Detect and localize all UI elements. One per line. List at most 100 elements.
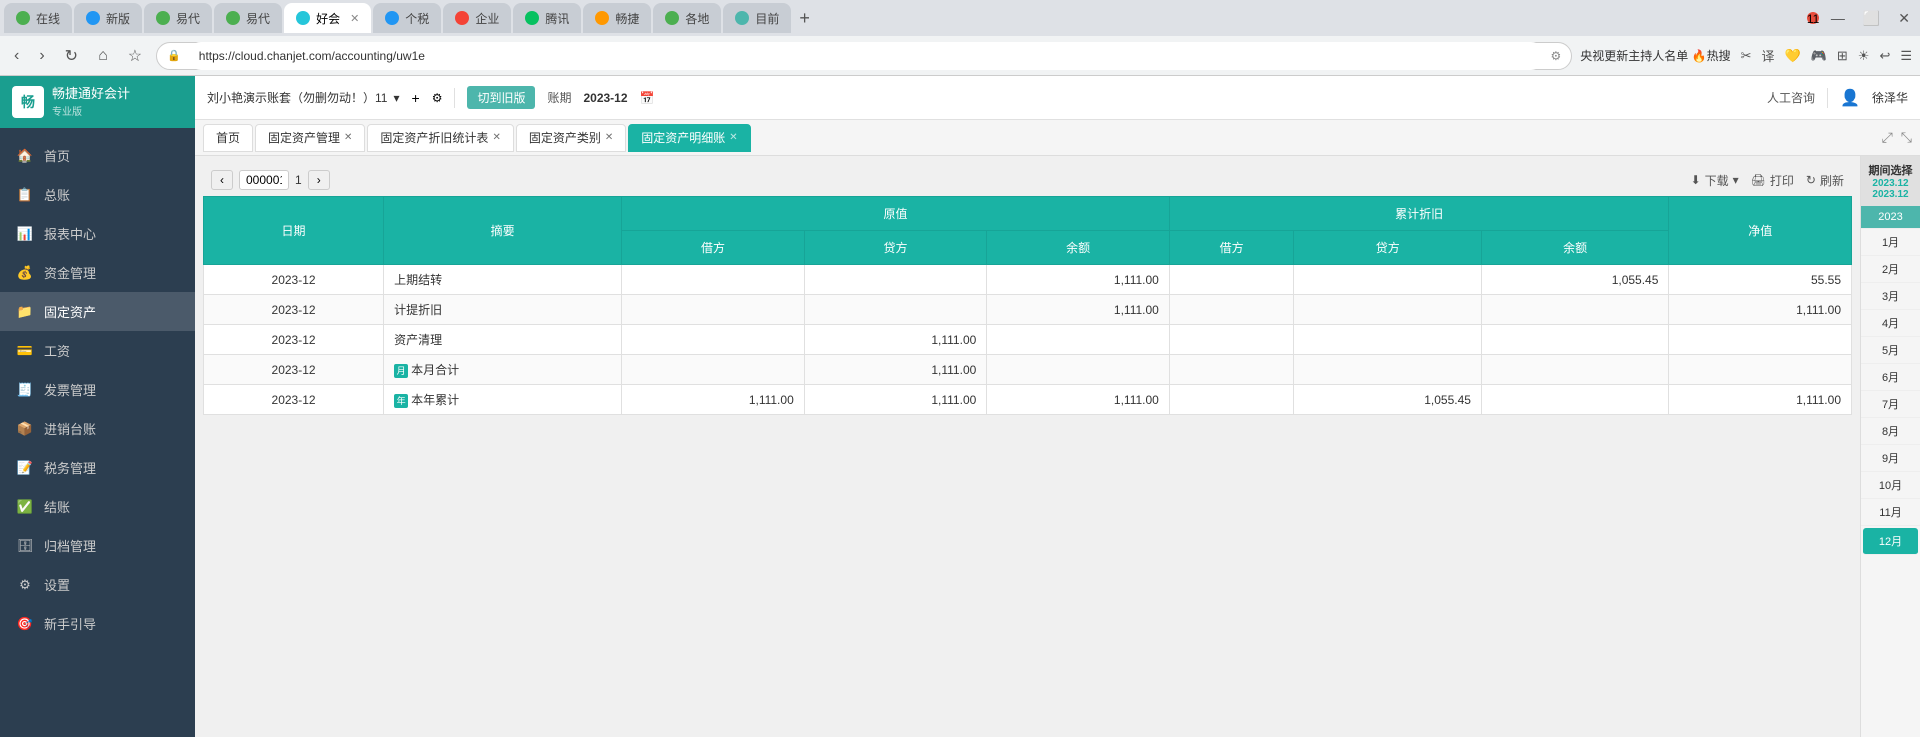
period-item-4[interactable]: 4月 xyxy=(1861,310,1920,337)
user-company-selector[interactable]: 刘小艳演示账套（勿删勿动！）11 ▾ xyxy=(207,89,400,106)
cell-depr-balance: 1,055.45 xyxy=(1481,265,1668,295)
period-item-10[interactable]: 10月 xyxy=(1861,472,1920,499)
tab-close-icon[interactable]: ✕ xyxy=(350,12,359,25)
bookmark-button[interactable]: ☆ xyxy=(122,44,148,68)
period-item-year[interactable]: 2023 xyxy=(1861,206,1920,229)
close-window-button[interactable]: ✕ xyxy=(1892,8,1916,29)
page-tab-close-icon[interactable]: ✕ xyxy=(344,132,352,143)
page-number-input[interactable] xyxy=(239,170,289,190)
browser-tab-xinban[interactable]: 新版 xyxy=(74,3,142,33)
back-button[interactable]: ‹ xyxy=(8,45,25,67)
sidebar-item-home[interactable]: 🏠 首页 xyxy=(0,136,195,175)
username-label[interactable]: 徐泽华 xyxy=(1872,89,1908,106)
page-tab-close-icon[interactable]: ✕ xyxy=(492,132,500,143)
tab-label: 腾讯 xyxy=(545,10,569,27)
page-tab-fixed-asset-mgmt[interactable]: 固定资产管理 ✕ xyxy=(255,124,365,152)
sidebar-nav: 🏠 首页 📋 总账 📊 报表中心 💰 资金管理 📁 固定资产 💳 工资 xyxy=(0,128,195,737)
sidebar-item-close-period[interactable]: ✅ 结账 xyxy=(0,487,195,526)
period-item-6[interactable]: 6月 xyxy=(1861,364,1920,391)
th-original-value: 原值 xyxy=(622,197,1170,231)
period-item-8[interactable]: 8月 xyxy=(1861,418,1920,445)
invoice-icon: 🧾 xyxy=(16,381,34,399)
period-item-5[interactable]: 5月 xyxy=(1861,337,1920,364)
th-depr-credit: 贷方 xyxy=(1294,231,1481,265)
browser-tab-qiye[interactable]: 企业 xyxy=(443,3,511,33)
cell-orig-balance xyxy=(987,325,1170,355)
cell-net-value: 1,111.00 xyxy=(1669,295,1852,325)
settings-config-icon[interactable]: ⚙ xyxy=(432,91,443,105)
page-tab-label: 固定资产管理 xyxy=(268,129,340,146)
sidebar-item-invoice[interactable]: 🧾 发票管理 xyxy=(0,370,195,409)
period-item-2[interactable]: 2月 xyxy=(1861,256,1920,283)
browser-tab-geshui[interactable]: 个税 xyxy=(373,3,441,33)
period-item-3[interactable]: 3月 xyxy=(1861,283,1920,310)
sidebar-item-funds[interactable]: 💰 资金管理 xyxy=(0,253,195,292)
reload-button[interactable]: ↻ xyxy=(59,44,84,68)
download-button[interactable]: ⬇ 下载 ▾ xyxy=(1691,172,1739,189)
browser-tab-yidai1[interactable]: 易代 xyxy=(144,3,212,33)
browser-tab-zaixian[interactable]: 在线 xyxy=(4,3,72,33)
tab-label: 在线 xyxy=(36,10,60,27)
period-item-1[interactable]: 1月 xyxy=(1861,229,1920,256)
next-page-button[interactable]: › xyxy=(308,170,330,190)
browser-tab-yidai2[interactable]: 易代 xyxy=(214,3,282,33)
asset-detail-table: 日期 摘要 原值 累计折旧 净值 借方 贷方 余额 借方 贷方 余额 xyxy=(203,196,1852,415)
sidebar-item-archive[interactable]: 🗄 归档管理 xyxy=(0,526,195,565)
page-tab-close-icon[interactable]: ✕ xyxy=(729,132,737,143)
sidebar-item-guide[interactable]: 🎯 新手引导 xyxy=(0,604,195,643)
period-item-11[interactable]: 11月 xyxy=(1861,499,1920,526)
restore-button[interactable]: ⬜ xyxy=(1857,8,1886,29)
divider xyxy=(454,88,455,108)
prev-page-button[interactable]: ‹ xyxy=(211,170,233,190)
cell-date: 2023-12 xyxy=(204,355,384,385)
print-button[interactable]: 🖨 打印 xyxy=(1751,172,1794,189)
switch-version-button[interactable]: 切到旧版 xyxy=(467,86,535,109)
browser-tab-changjie[interactable]: 畅捷 xyxy=(583,3,651,33)
sidebar-item-ledger[interactable]: 📋 总账 xyxy=(0,175,195,214)
sidebar-item-fixed-assets[interactable]: 📁 固定资产 xyxy=(0,292,195,331)
add-company-button[interactable]: + xyxy=(412,90,420,106)
sidebar-item-settings[interactable]: ⚙ 设置 xyxy=(0,565,195,604)
page-tab-asset-detail-ledger[interactable]: 固定资产明细账 ✕ xyxy=(628,124,750,152)
minimize-button[interactable]: — xyxy=(1825,8,1851,28)
page-tab-home[interactable]: 首页 xyxy=(203,124,253,152)
refresh-button[interactable]: ↻ 刷新 xyxy=(1806,172,1844,189)
sidebar-item-label: 结账 xyxy=(44,497,70,516)
avatar: 👤 xyxy=(1840,88,1860,108)
page-tab-depreciation-stats[interactable]: 固定资产折旧统计表 ✕ xyxy=(367,124,513,152)
cell-summary: 计提折旧 xyxy=(384,295,622,325)
ssl-icon: 🔒 xyxy=(167,49,181,62)
new-tab-button[interactable]: + xyxy=(793,8,816,29)
browser-tab-muqian[interactable]: 目前 xyxy=(723,3,791,33)
page-tab-close-icon[interactable]: ✕ xyxy=(605,132,613,143)
period-item-12[interactable]: 12月 xyxy=(1863,528,1918,555)
sidebar-item-reports[interactable]: 📊 报表中心 xyxy=(0,214,195,253)
sidebar-item-tax[interactable]: 📝 税务管理 xyxy=(0,448,195,487)
cell-orig-credit xyxy=(804,265,987,295)
browser-tab-gedi[interactable]: 各地 xyxy=(653,3,721,33)
tab-favicon xyxy=(455,11,469,25)
forward-button[interactable]: › xyxy=(33,45,50,67)
page-tab-asset-category[interactable]: 固定资产类别 ✕ xyxy=(516,124,626,152)
brightness-icon: ☀ xyxy=(1858,48,1870,64)
purchase-sales-icon: 📦 xyxy=(16,420,34,438)
period-date-2: 2023.12 xyxy=(1865,189,1916,200)
period-item-7[interactable]: 7月 xyxy=(1861,391,1920,418)
pagination: ‹ 1 › xyxy=(211,170,330,190)
browser-tab-haohui[interactable]: 好会 ✕ xyxy=(284,3,371,33)
period-item-9[interactable]: 9月 xyxy=(1861,445,1920,472)
payroll-icon: 💳 xyxy=(16,342,34,360)
download-icon: ⬇ xyxy=(1691,173,1701,187)
sidebar-title: 畅捷通好会计 xyxy=(52,86,130,103)
maximize-page-icon[interactable]: ⤡ xyxy=(1901,129,1912,146)
divider2 xyxy=(1827,88,1828,108)
restore-page-icon[interactable]: ⤢ xyxy=(1882,129,1893,146)
support-btn[interactable]: 人工咨询 xyxy=(1767,89,1815,106)
sidebar-item-payroll[interactable]: 💳 工资 xyxy=(0,331,195,370)
home-button[interactable]: ⌂ xyxy=(92,45,114,67)
close-period-icon: ✅ xyxy=(16,498,34,516)
reports-icon: 📊 xyxy=(16,225,34,243)
sidebar-item-purchase-sales[interactable]: 📦 进销台账 xyxy=(0,409,195,448)
address-bar-input[interactable] xyxy=(187,42,1545,70)
browser-tab-tengxun[interactable]: 腾讯 xyxy=(513,3,581,33)
